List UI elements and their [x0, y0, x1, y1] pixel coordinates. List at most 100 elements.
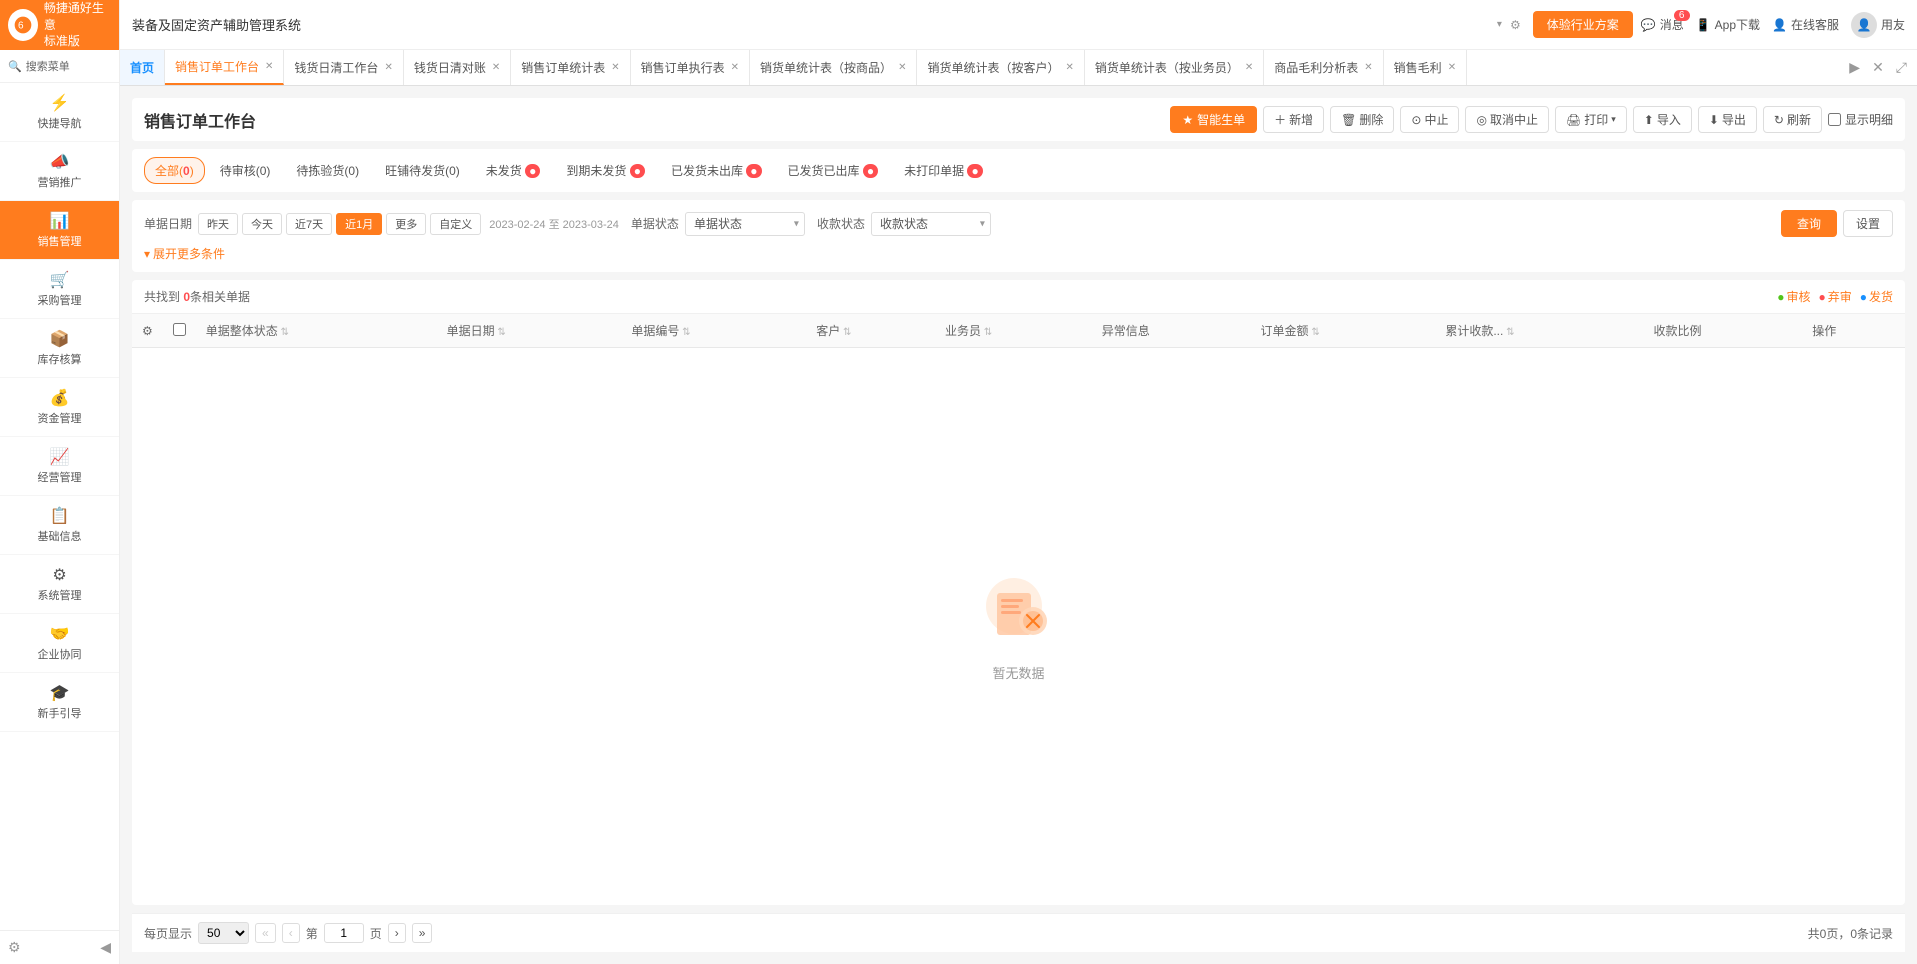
cancel-review-action-btn[interactable]: ● 弃审 [1818, 288, 1851, 305]
expand-conditions-btn[interactable]: ▾ 展开更多条件 [144, 245, 225, 262]
col-number-header[interactable]: 单据编号 [621, 314, 806, 348]
delete-icon: 🗑 [1341, 113, 1356, 127]
sidebar-item-basic-info[interactable]: 📋 基础信息 [0, 496, 119, 555]
filter-tab-expired-not-shipped[interactable]: 到期未发货 ● [555, 157, 656, 184]
sidebar: 6 畅捷通好生意 标准版 🔍 搜索菜单 ⚡ 快捷导航 📣 营销推广 📊 销售管理… [0, 0, 120, 964]
date-btn-7days[interactable]: 近7天 [286, 213, 332, 235]
filter-tab-not-printed[interactable]: 未打印单据 ● [893, 157, 994, 184]
table-section: 共找到 0条相关单据 ● 审核 ● 弃审 ● 发货 [132, 280, 1905, 905]
filter-tab-pending-check[interactable]: 待拣验货(0) [285, 157, 370, 184]
sidebar-item-system[interactable]: ⚙ 系统管理 [0, 555, 119, 614]
last-page-btn[interactable]: » [412, 923, 433, 943]
smart-create-button[interactable]: ★ 智能生单 [1170, 106, 1257, 133]
tab-close-sales-exec[interactable]: ✕ [731, 62, 739, 73]
filter-payment-select[interactable]: 收款状态 [871, 212, 991, 236]
tab-cash-daily[interactable]: 钱货日清工作台 ✕ [284, 50, 403, 85]
settings-button[interactable]: 设置 [1843, 210, 1893, 237]
filter-tab-shipped-out[interactable]: 已发货已出库 ● [777, 157, 890, 184]
sidebar-item-finance[interactable]: 💰 资金管理 [0, 378, 119, 437]
tab-sales-stat3[interactable]: 销货单统计表（按客户） ✕ [917, 50, 1084, 85]
filter-tab-pending-review[interactable]: 待审核(0) [209, 157, 282, 184]
import-button[interactable]: ⬆ 导入 [1633, 106, 1692, 133]
cancel-stop-button[interactable]: ◎ 取消中止 [1465, 106, 1549, 133]
collapse-btn[interactable]: ◀ [100, 939, 111, 956]
sidebar-item-inventory[interactable]: 📦 库存核算 [0, 319, 119, 378]
date-btn-custom[interactable]: 自定义 [430, 213, 481, 235]
date-btn-yesterday[interactable]: 昨天 [198, 213, 238, 235]
search-icon: 🔍 [8, 60, 22, 73]
filter-tab-all[interactable]: 全部(0) [144, 157, 205, 184]
tab-close-all-btn[interactable]: ✕ [1868, 57, 1888, 78]
select-all-checkbox[interactable] [173, 323, 186, 336]
col-amount-header[interactable]: 订单金额 [1251, 314, 1436, 348]
first-page-btn[interactable]: « [255, 923, 276, 943]
sidebar-item-sales[interactable]: 📊 销售管理 [0, 201, 119, 260]
sidebar-item-purchase[interactable]: 🛒 采购管理 [0, 260, 119, 319]
date-btn-more[interactable]: 更多 [386, 213, 426, 235]
delete-button[interactable]: 🗑 删除 [1330, 106, 1394, 133]
col-salesperson-header[interactable]: 业务员 [935, 314, 1092, 348]
tab-close-sales-more[interactable]: ✕ [1448, 62, 1456, 73]
sidebar-item-operation[interactable]: 📈 经营管理 [0, 437, 119, 496]
print-button[interactable]: 🖨 打印 ▾ [1555, 106, 1627, 133]
ship-action-btn[interactable]: ● 发货 [1860, 288, 1893, 305]
col-settings-header[interactable]: ⚙ [132, 314, 163, 348]
col-checkbox-header[interactable] [163, 314, 196, 348]
tab-close-cash-daily[interactable]: ✕ [384, 62, 392, 73]
tab-close-sales-stat3[interactable]: ✕ [1065, 62, 1073, 73]
tab-close-sales-workbench[interactable]: ✕ [265, 61, 273, 72]
tab-close-sales-stat2[interactable]: ✕ [898, 62, 906, 73]
tab-sales-stat2[interactable]: 销货单统计表（按商品） ✕ [750, 50, 917, 85]
sidebar-item-marketing[interactable]: 📣 营销推广 [0, 142, 119, 201]
col-received-header[interactable]: 累计收款... [1435, 314, 1643, 348]
add-button[interactable]: ＋ 新增 [1263, 106, 1324, 133]
cancel-stop-icon: ◎ [1476, 113, 1486, 127]
tab-cash-reconcile[interactable]: 钱货日清对账 ✕ [404, 50, 511, 85]
col-status-header[interactable]: 单据整体状态 [196, 314, 437, 348]
solution-button[interactable]: 体验行业方案 [1533, 11, 1633, 38]
topbar-settings-icon[interactable]: ⚙ [1510, 18, 1521, 32]
tab-maximize-btn[interactable]: ⤢ [1892, 57, 1911, 78]
filter-tab-not-shipped[interactable]: 未发货 ● [475, 157, 552, 184]
tab-scroll-right-btn[interactable]: ▶ [1845, 57, 1864, 78]
tab-sales-exec[interactable]: 销售订单执行表 ✕ [631, 50, 750, 85]
search-menu[interactable]: 🔍 搜索菜单 [0, 50, 119, 83]
message-btn[interactable]: 💬 6 消息 [1641, 16, 1684, 33]
col-date-header[interactable]: 单据日期 [437, 314, 622, 348]
date-btn-1month[interactable]: 近1月 [336, 213, 382, 235]
sidebar-item-quick-nav[interactable]: ⚡ 快捷导航 [0, 83, 119, 142]
tab-close-profit-analysis[interactable]: ✕ [1364, 62, 1372, 73]
user-avatar[interactable]: 👤 用友 [1851, 12, 1905, 38]
show-detail-checkbox-label[interactable]: 显示明细 [1828, 111, 1893, 128]
prev-page-btn[interactable]: ‹ [282, 923, 300, 943]
filter-tab-wangpu-pending[interactable]: 旺铺待发货(0) [374, 157, 471, 184]
query-button[interactable]: 查询 [1781, 210, 1837, 237]
filter-status-select[interactable]: 单据状态 [685, 212, 805, 236]
filter-tab-shipped-not-out[interactable]: 已发货未出库 ● [660, 157, 773, 184]
tab-sales-stat4[interactable]: 销货单统计表（按业务员） ✕ [1085, 50, 1264, 85]
app-download-btn[interactable]: 📱 App下载 [1696, 16, 1760, 33]
tab-close-cash-reconcile[interactable]: ✕ [492, 62, 500, 73]
filter-date-group: 昨天 今天 近7天 近1月 更多 自定义 2023-02-24 至 2023-0… [198, 213, 619, 235]
tab-sales-more[interactable]: 销售毛利 ✕ [1384, 50, 1467, 85]
review-action-btn[interactable]: ● 审核 [1777, 288, 1810, 305]
tab-sales-workbench[interactable]: 销售订单工作台 ✕ [165, 50, 284, 85]
page-input[interactable] [324, 923, 364, 943]
tab-home[interactable]: 首页 [120, 50, 165, 85]
show-detail-checkbox[interactable] [1828, 113, 1841, 126]
stop-button[interactable]: ⊙ 中止 [1400, 106, 1459, 133]
next-page-btn[interactable]: › [388, 923, 406, 943]
tab-profit-analysis[interactable]: 商品毛利分析表 ✕ [1264, 50, 1383, 85]
tab-close-sales-stat4[interactable]: ✕ [1245, 62, 1253, 73]
online-service-btn[interactable]: 👤 在线客服 [1772, 16, 1839, 33]
refresh-button[interactable]: ↻ 刷新 [1763, 106, 1822, 133]
page-size-select[interactable]: 10 20 50 100 [198, 922, 249, 944]
date-btn-today[interactable]: 今天 [242, 213, 282, 235]
tab-sales-stat1[interactable]: 销售订单统计表 ✕ [511, 50, 630, 85]
col-customer-header[interactable]: 客户 [806, 314, 935, 348]
sidebar-item-guide[interactable]: 🎓 新手引导 [0, 673, 119, 732]
settings-bottom-btn[interactable]: ⚙ [8, 939, 21, 956]
tab-close-sales-stat1[interactable]: ✕ [611, 62, 619, 73]
sidebar-item-cooperation[interactable]: 🤝 企业协同 [0, 614, 119, 673]
export-button[interactable]: ⬇ 导出 [1698, 106, 1757, 133]
